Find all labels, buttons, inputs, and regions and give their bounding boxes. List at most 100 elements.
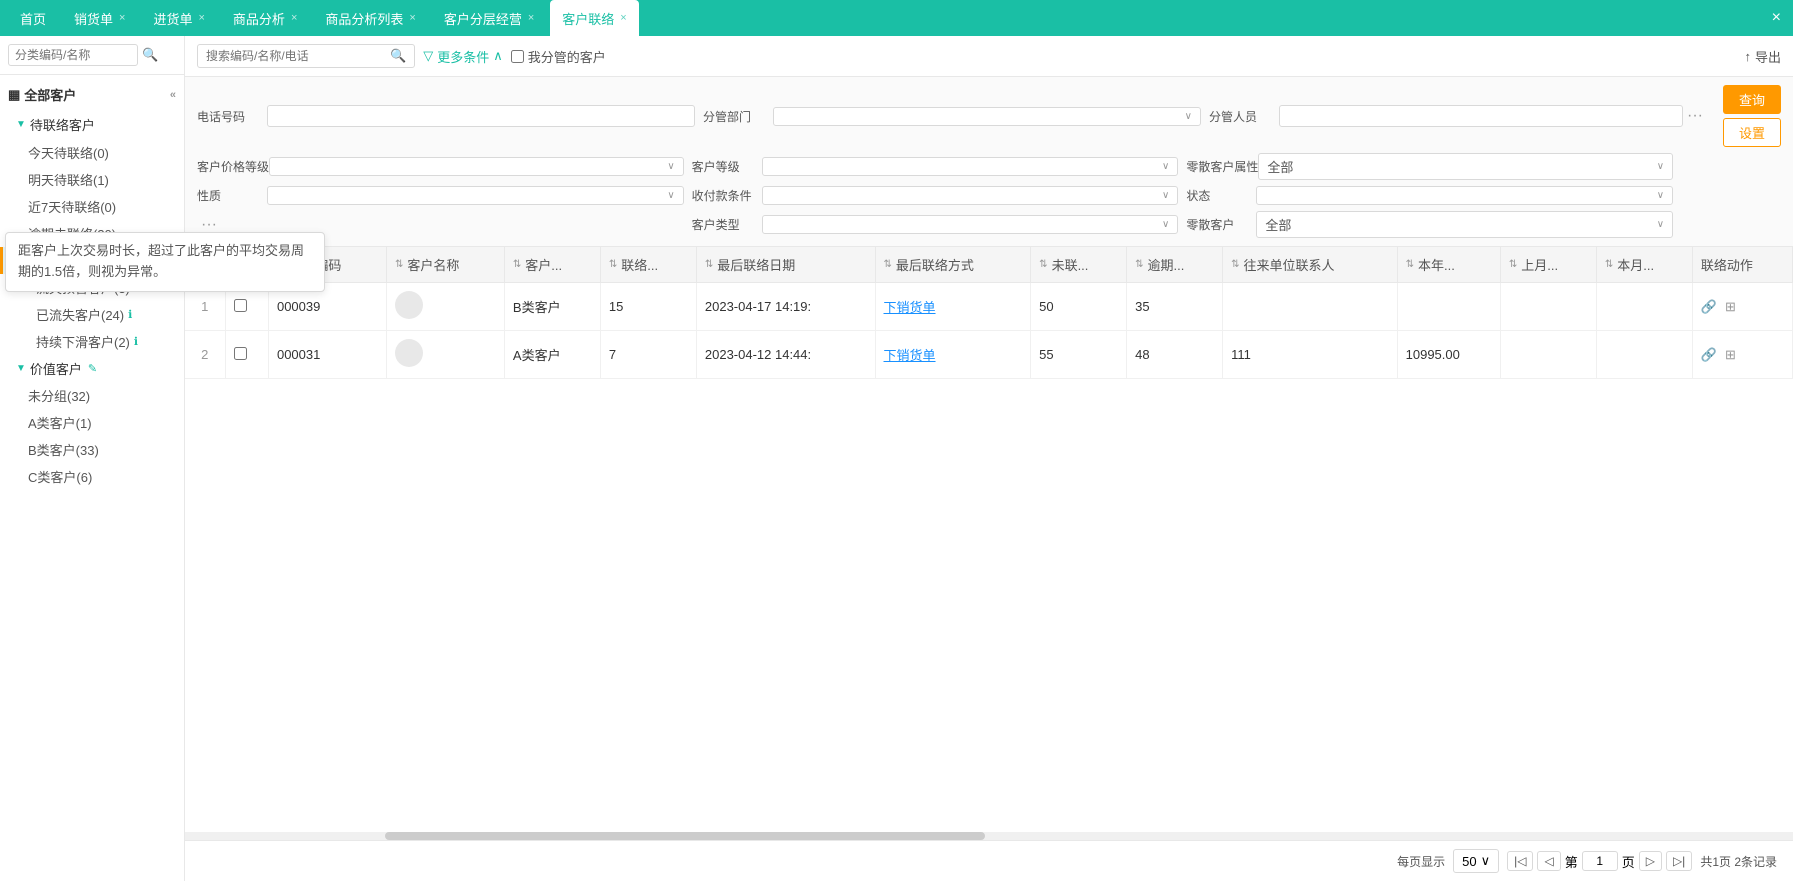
- filter-select-sparse-attr[interactable]: 全部 ∨: [1258, 153, 1673, 180]
- sort-icon[interactable]: ⇅: [1135, 259, 1143, 270]
- sidebar-section-value[interactable]: ▼ 价值客户 ✎: [0, 355, 184, 382]
- sidebar-search-input[interactable]: [8, 44, 138, 66]
- sort-icon[interactable]: ⇅: [884, 259, 892, 270]
- chevron-down-icon: ∨: [1657, 219, 1664, 230]
- filter-label-dept: 分管部门: [703, 108, 773, 125]
- page-unit-label: 页: [1622, 852, 1635, 871]
- row-select-1[interactable]: [234, 299, 247, 312]
- search-input[interactable]: [206, 49, 386, 63]
- sidebar-item-tomorrow[interactable]: 明天待联络(1): [0, 166, 184, 193]
- nav-customer-tier[interactable]: 客户分层经营 ×: [432, 0, 546, 36]
- close-all-tabs[interactable]: ×: [1772, 9, 1781, 27]
- close-icon[interactable]: ×: [620, 12, 626, 24]
- sort-icon[interactable]: ⇅: [395, 259, 403, 270]
- nav-customer-contact[interactable]: 客户联络 ×: [550, 0, 638, 36]
- nav-home[interactable]: 首页: [8, 0, 58, 36]
- horizontal-scrollbar[interactable]: [185, 832, 1793, 840]
- query-button[interactable]: 查询: [1723, 85, 1781, 114]
- row-checkbox-2[interactable]: [225, 331, 268, 379]
- row-select-2[interactable]: [234, 347, 247, 360]
- table-col-last-date: ⇅ 最后联络日期: [696, 247, 875, 283]
- sidebar-item-unclassified[interactable]: 未分组(32): [0, 382, 184, 409]
- settings-button[interactable]: 设置: [1723, 118, 1781, 147]
- nav-product-analysis[interactable]: 商品分析 ×: [221, 0, 309, 36]
- sort-icon[interactable]: ⇅: [513, 259, 521, 270]
- chevron-down-icon: ∨: [1162, 190, 1169, 201]
- close-icon[interactable]: ×: [119, 12, 125, 24]
- page-input[interactable]: [1582, 851, 1618, 871]
- link-icon[interactable]: 🔗: [1701, 347, 1717, 363]
- filter-select-customer-level[interactable]: ∨: [762, 157, 1179, 176]
- next-page-btn[interactable]: ▷: [1639, 851, 1662, 871]
- filter-input-person[interactable]: [1279, 105, 1683, 127]
- sort-icon[interactable]: ⇅: [609, 259, 617, 270]
- dots-icon[interactable]: ···: [1683, 107, 1707, 125]
- prev-page-btn[interactable]: ◁: [1537, 851, 1560, 871]
- close-icon[interactable]: ×: [528, 12, 534, 24]
- sidebar-section-pending[interactable]: ▼ 待联络客户: [0, 110, 184, 139]
- sort-icon[interactable]: ⇅: [1509, 259, 1517, 270]
- filter-select-price-level[interactable]: ∨: [269, 157, 684, 176]
- filter-select-dept[interactable]: ∨: [773, 107, 1201, 126]
- sidebar-item-churned[interactable]: 已流失客户(24) ℹ: [0, 301, 184, 328]
- sidebar: 🔍 ▦ 全部客户 « ▼ 待联络客户 今天待联络(0) 明天待联络(1) 近7天…: [0, 36, 185, 881]
- sidebar-search-icon[interactable]: 🔍: [142, 47, 158, 63]
- filter-select-payment[interactable]: ∨: [762, 186, 1179, 205]
- row-last-method-2[interactable]: 下销货单: [875, 331, 1031, 379]
- adv-filter-row-2: 客户价格等级 ∨ 客户等级 ∨ 零散客户属性 全部: [197, 153, 1781, 180]
- more-conditions-btn[interactable]: ▽ 更多条件 ∧: [423, 47, 503, 66]
- sort-icon[interactable]: ⇅: [1039, 259, 1047, 270]
- sidebar-item-today[interactable]: 今天待联络(0): [0, 139, 184, 166]
- export-button[interactable]: ↑ 导出: [1744, 47, 1781, 66]
- nav-purchase[interactable]: 进货单 ×: [141, 0, 216, 36]
- row-name-1: [386, 283, 504, 331]
- nav-product-analysis-list[interactable]: 商品分析列表 ×: [313, 0, 427, 36]
- total-label: 共1页 2条记录: [1700, 853, 1777, 870]
- filter-select-nature[interactable]: ∨: [267, 186, 684, 205]
- row-overdue-2: 48: [1127, 331, 1223, 379]
- first-page-btn[interactable]: |◁: [1507, 851, 1533, 871]
- more-dots[interactable]: ···: [197, 216, 221, 234]
- sidebar-all-customers[interactable]: ▦ 全部客户 «: [0, 79, 184, 110]
- sort-icon[interactable]: ⇅: [705, 259, 713, 270]
- per-page-label: 每页显示: [1397, 853, 1445, 870]
- collapse-icon[interactable]: «: [170, 89, 176, 101]
- edit-icon[interactable]: ✎: [88, 362, 97, 375]
- tri-icon: ▼: [16, 363, 26, 374]
- scrollbar-thumb[interactable]: [385, 832, 985, 840]
- info-icon-declining[interactable]: ℹ: [134, 335, 138, 348]
- filter-select-customer-type[interactable]: ∨: [762, 215, 1179, 234]
- grid-icon[interactable]: ⊞: [1725, 299, 1736, 315]
- filter-input-phone[interactable]: [267, 105, 695, 127]
- nav-sales[interactable]: 销货单 ×: [62, 0, 137, 36]
- close-icon[interactable]: ×: [291, 12, 297, 24]
- filter-select-sparse-customer[interactable]: 全部 ∨: [1256, 211, 1673, 238]
- row-this-month-1: [1596, 283, 1692, 331]
- sidebar-item-c-class[interactable]: C类客户(6): [0, 463, 184, 490]
- close-icon[interactable]: ×: [409, 12, 415, 24]
- search-icon[interactable]: 🔍: [390, 48, 406, 64]
- row-action-1: 🔗 ⊞: [1692, 283, 1792, 331]
- filter-select-status[interactable]: ∨: [1256, 186, 1673, 205]
- sort-icon[interactable]: ⇅: [1231, 259, 1239, 270]
- sort-icon[interactable]: ⇅: [1406, 259, 1414, 270]
- link-icon[interactable]: 🔗: [1701, 299, 1717, 315]
- my-customer-checkbox[interactable]: 我分管的客户: [511, 47, 606, 66]
- last-page-btn[interactable]: ▷|: [1666, 851, 1692, 871]
- my-customer-check[interactable]: [511, 50, 524, 63]
- row-last-month-1: [1500, 283, 1596, 331]
- info-icon-churned[interactable]: ℹ: [128, 308, 132, 321]
- sidebar-item-7days[interactable]: 近7天待联络(0): [0, 193, 184, 220]
- sort-icon[interactable]: ⇅: [1605, 259, 1613, 270]
- sidebar-item-b-class[interactable]: B类客户(33): [0, 436, 184, 463]
- row-name-2: [386, 331, 504, 379]
- close-icon[interactable]: ×: [198, 12, 204, 24]
- per-page-select[interactable]: 50 ∨: [1453, 849, 1499, 873]
- sidebar-item-declining[interactable]: 持续下滑客户(2) ℹ: [0, 328, 184, 355]
- sidebar-item-a-class[interactable]: A类客户(1): [0, 409, 184, 436]
- table-col-overdue: ⇅ 逾期...: [1127, 247, 1223, 283]
- row-contact-person-2: 111: [1223, 331, 1398, 379]
- row-last-method-1[interactable]: 下销货单: [875, 283, 1031, 331]
- grid-icon[interactable]: ⊞: [1725, 347, 1736, 363]
- filter-label-customer-type: 客户类型: [692, 216, 762, 233]
